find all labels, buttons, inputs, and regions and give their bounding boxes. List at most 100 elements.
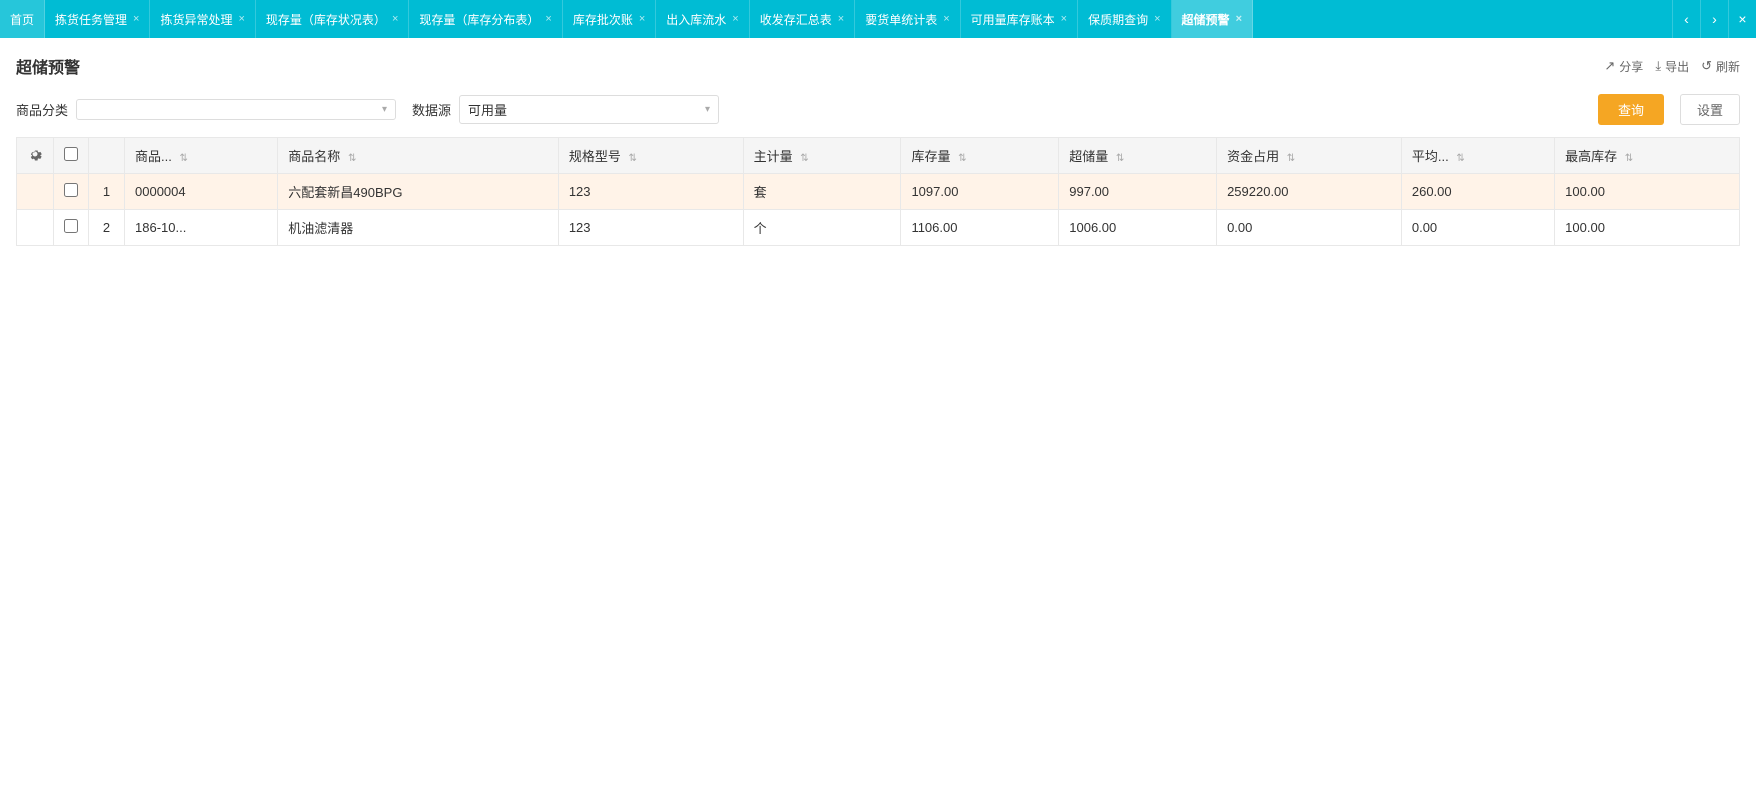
column-capital[interactable]: 资金占用 ⇅ bbox=[1217, 138, 1402, 174]
row-gear-cell bbox=[17, 174, 54, 210]
column-avg[interactable]: 平均... ⇅ bbox=[1401, 138, 1554, 174]
settings-button[interactable]: 设置 bbox=[1680, 94, 1740, 125]
data-table: 商品... ⇅ 商品名称 ⇅ 规格型号 ⇅ 主计量 ⇅ 库存量 ⇅ bbox=[16, 137, 1740, 246]
nav-item-flow[interactable]: 出入库流水 × bbox=[656, 0, 749, 38]
column-unit[interactable]: 主计量 ⇅ bbox=[743, 138, 901, 174]
column-goods-code[interactable]: 商品... ⇅ bbox=[125, 138, 278, 174]
column-max-stock[interactable]: 最高库存 ⇅ bbox=[1555, 138, 1740, 174]
row-avg: 260.00 bbox=[1401, 174, 1554, 210]
row-stock: 1106.00 bbox=[901, 210, 1059, 246]
nav-item-task[interactable]: 拣货任务管理 × bbox=[45, 0, 150, 38]
column-spec-label: 规格型号 bbox=[569, 149, 621, 164]
sort-icon: ⇅ bbox=[1116, 153, 1124, 164]
sort-icon: ⇅ bbox=[348, 153, 356, 164]
nav-arrow-left[interactable]: ‹ bbox=[1672, 0, 1700, 38]
close-icon[interactable]: × bbox=[392, 13, 398, 25]
row-max-stock: 100.00 bbox=[1555, 174, 1740, 210]
refresh-button[interactable]: ↺ 刷新 bbox=[1701, 58, 1740, 75]
page-content: 超储预警 ↗ 分享 ⤓ 导出 ↺ 刷新 商品分类 ▾ 数据源 bbox=[0, 38, 1756, 800]
nav-item-overstock[interactable]: 超储预警 × bbox=[1172, 0, 1253, 38]
nav-item-expiry[interactable]: 保质期查询 × bbox=[1078, 0, 1171, 38]
chevron-down-icon: ▾ bbox=[382, 104, 387, 115]
nav-arrow-close[interactable]: × bbox=[1728, 0, 1756, 38]
chevron-down-icon: ▾ bbox=[705, 104, 710, 115]
row-checkbox[interactable] bbox=[64, 183, 78, 197]
row-unit: 套 bbox=[743, 174, 901, 210]
sort-icon: ⇅ bbox=[628, 153, 636, 164]
row-index: 1 bbox=[89, 174, 125, 210]
column-over-stock[interactable]: 超储量 ⇅ bbox=[1059, 138, 1217, 174]
column-over-stock-label: 超储量 bbox=[1069, 149, 1108, 164]
datasource-filter: 数据源 可用量 ▾ bbox=[412, 95, 719, 124]
row-avg: 0.00 bbox=[1401, 210, 1554, 246]
close-icon[interactable]: × bbox=[732, 13, 738, 25]
column-spec[interactable]: 规格型号 ⇅ bbox=[558, 138, 743, 174]
close-icon[interactable]: × bbox=[1154, 13, 1160, 25]
nav-item-batch[interactable]: 库存批次账 × bbox=[563, 0, 656, 38]
column-goods-code-label: 商品... bbox=[135, 149, 172, 164]
table-row: 1 0000004 六配套新昌490BPG 123 套 1097.00 997.… bbox=[17, 174, 1740, 210]
nav-item-summary[interactable]: 收发存汇总表 × bbox=[750, 0, 855, 38]
row-checkbox[interactable] bbox=[64, 219, 78, 233]
close-icon[interactable]: × bbox=[838, 13, 844, 25]
nav-arrow-right[interactable]: › bbox=[1700, 0, 1728, 38]
nav-item-stock-dist[interactable]: 现存量（库存分布表） × bbox=[409, 0, 562, 38]
select-all-checkbox[interactable] bbox=[64, 147, 78, 161]
column-gear[interactable] bbox=[17, 138, 54, 174]
column-goods-name-label: 商品名称 bbox=[288, 149, 340, 164]
row-capital: 0.00 bbox=[1217, 210, 1402, 246]
nav-item-order-stats[interactable]: 要货单统计表 × bbox=[855, 0, 960, 38]
page-title: 超储预警 bbox=[16, 54, 80, 78]
close-icon[interactable]: × bbox=[639, 13, 645, 25]
close-icon[interactable]: × bbox=[1236, 13, 1242, 25]
close-icon[interactable]: × bbox=[1061, 13, 1067, 25]
row-goods-code: 0000004 bbox=[125, 174, 278, 210]
close-icon[interactable]: × bbox=[943, 13, 949, 25]
row-over-stock: 997.00 bbox=[1059, 174, 1217, 210]
column-avg-label: 平均... bbox=[1412, 149, 1449, 164]
query-button[interactable]: 查询 bbox=[1598, 94, 1664, 125]
column-max-stock-label: 最高库存 bbox=[1565, 149, 1617, 164]
column-goods-name[interactable]: 商品名称 ⇅ bbox=[278, 138, 559, 174]
row-over-stock: 1006.00 bbox=[1059, 210, 1217, 246]
nav-arrows: ‹ › × bbox=[1672, 0, 1756, 38]
nav-item-home[interactable]: 首页 bbox=[0, 0, 45, 38]
datasource-select[interactable]: 可用量 ▾ bbox=[459, 95, 719, 124]
row-index: 2 bbox=[89, 210, 125, 246]
category-filter: 商品分类 ▾ bbox=[16, 99, 396, 120]
close-icon[interactable]: × bbox=[133, 13, 139, 25]
header-actions: ↗ 分享 ⤓ 导出 ↺ 刷新 bbox=[1604, 58, 1740, 75]
refresh-icon: ↺ bbox=[1701, 58, 1712, 74]
row-max-stock: 100.00 bbox=[1555, 210, 1740, 246]
column-stock-label: 库存量 bbox=[911, 149, 950, 164]
nav-item-stock-status[interactable]: 现存量（库存状况表） × bbox=[256, 0, 409, 38]
share-icon: ↗ bbox=[1604, 58, 1615, 74]
sort-icon: ⇅ bbox=[1456, 153, 1464, 164]
row-gear-cell bbox=[17, 210, 54, 246]
table-header-row: 商品... ⇅ 商品名称 ⇅ 规格型号 ⇅ 主计量 ⇅ 库存量 ⇅ bbox=[17, 138, 1740, 174]
row-goods-code: 186-10... bbox=[125, 210, 278, 246]
datasource-label: 数据源 bbox=[412, 100, 451, 119]
row-checkbox-cell[interactable] bbox=[54, 210, 89, 246]
gear-icon bbox=[27, 146, 43, 162]
nav-bar: 首页 拣货任务管理 × 拣货异常处理 × 现存量（库存状况表） × 现存量（库存… bbox=[0, 0, 1756, 38]
column-checkbox[interactable] bbox=[54, 138, 89, 174]
sort-icon: ⇅ bbox=[1625, 153, 1633, 164]
nav-item-available[interactable]: 可用量库存账本 × bbox=[961, 0, 1078, 38]
row-capital: 259220.00 bbox=[1217, 174, 1402, 210]
close-icon[interactable]: × bbox=[545, 13, 551, 25]
category-select[interactable]: ▾ bbox=[76, 99, 396, 120]
column-stock[interactable]: 库存量 ⇅ bbox=[901, 138, 1059, 174]
row-checkbox-cell[interactable] bbox=[54, 174, 89, 210]
column-capital-label: 资金占用 bbox=[1227, 149, 1279, 164]
share-button[interactable]: ↗ 分享 bbox=[1604, 58, 1643, 75]
close-icon[interactable]: × bbox=[238, 13, 244, 25]
row-goods-name: 六配套新昌490BPG bbox=[278, 174, 559, 210]
sort-icon: ⇅ bbox=[958, 153, 966, 164]
sort-icon: ⇅ bbox=[179, 153, 187, 164]
page-header: 超储预警 ↗ 分享 ⤓ 导出 ↺ 刷新 bbox=[16, 54, 1740, 78]
nav-item-exception[interactable]: 拣货异常处理 × bbox=[150, 0, 255, 38]
export-button[interactable]: ⤓ 导出 bbox=[1655, 58, 1689, 75]
table-row: 2 186-10... 机油滤清器 123 个 1106.00 1006.00 … bbox=[17, 210, 1740, 246]
category-label: 商品分类 bbox=[16, 100, 68, 119]
